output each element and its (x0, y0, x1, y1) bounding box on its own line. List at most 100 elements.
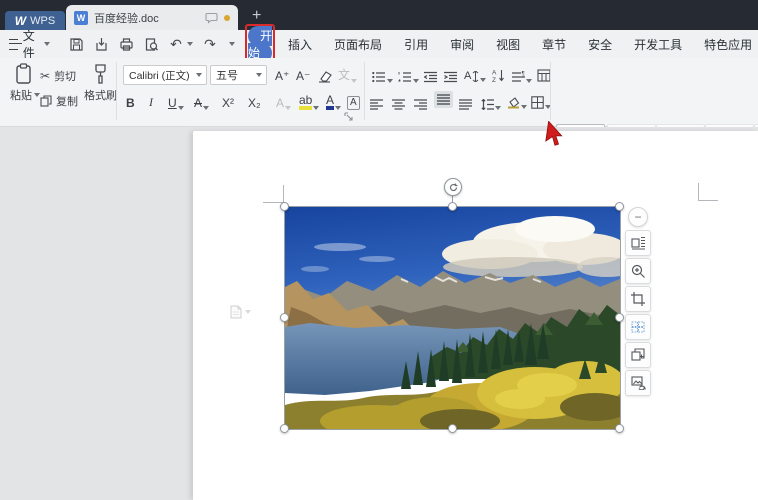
font-dialog-launcher[interactable] (344, 112, 357, 125)
rotation-handle[interactable] (444, 178, 462, 196)
document-workspace: − (0, 127, 758, 500)
svg-text:A: A (492, 70, 497, 77)
svg-text:Z: Z (492, 77, 496, 82)
tab-page-layout[interactable]: 页面布局 (323, 32, 393, 57)
tab-references[interactable]: 引用 (393, 32, 439, 57)
text-effect-button[interactable]: A (276, 94, 292, 110)
justify-button[interactable] (434, 91, 453, 108)
redo-button[interactable]: ↷ (202, 36, 218, 52)
collapse-toolbar-button[interactable]: − (628, 207, 648, 227)
file-menu[interactable]: 文件 (0, 27, 56, 61)
clear-format-button[interactable] (317, 67, 332, 83)
distribute-button[interactable] (459, 94, 472, 110)
tab-dev-tools[interactable]: 开发工具 (623, 32, 693, 57)
tab-special-features[interactable]: 特色应用 (693, 32, 758, 57)
numbered-list-button[interactable] (398, 67, 419, 83)
group-separator (364, 62, 365, 120)
tab-section[interactable]: 章节 (531, 32, 577, 57)
char-border-button[interactable]: A (347, 94, 360, 110)
copy-picture-icon (631, 348, 645, 361)
wps-app-name: WPS (30, 14, 56, 27)
resize-handle-sw[interactable] (280, 424, 289, 433)
highlight-color-button[interactable]: ab (299, 94, 320, 110)
resize-handle-n[interactable] (448, 202, 457, 211)
show-marks-button[interactable]: ¶ (512, 67, 532, 83)
tab-review[interactable]: 审阅 (439, 32, 485, 57)
ribbon: 粘贴 ✂ 剪切 复制 格式刷 Calibri (正文) 五号 A⁺ A⁻ 文 B… (0, 58, 758, 187)
pinyin-guide-button[interactable]: 文 (338, 67, 358, 83)
change-picture-button[interactable] (625, 370, 651, 396)
wps-logo-icon: W (14, 13, 27, 28)
resize-handle-ne[interactable] (615, 202, 624, 211)
font-size-select[interactable]: 五号 (210, 65, 267, 85)
object-anchor-icon[interactable] (230, 305, 251, 319)
quick-access-toolbar: ↶ ↷ (68, 36, 236, 52)
landscape-photo (285, 207, 620, 429)
copy-picture-button[interactable] (625, 342, 651, 368)
text-direction-button[interactable]: A (464, 66, 487, 82)
document-tab-title: 百度经验.doc (94, 12, 159, 25)
resize-handle-w[interactable] (280, 313, 289, 322)
tab-page-setup-icon[interactable] (537, 66, 551, 82)
undo-button[interactable]: ↶ (168, 36, 184, 52)
sort-button[interactable]: AZ (492, 66, 505, 82)
bold-button[interactable]: B (126, 94, 135, 110)
print-button[interactable] (118, 36, 134, 52)
resize-handle-e[interactable] (615, 313, 624, 322)
document-tab[interactable]: W 百度经验.doc (66, 5, 238, 30)
word-doc-icon: W (74, 10, 88, 25)
menubar: 文件 ↶ ↷ 开始 插入 页面布局 引用 审阅 视图 章节 安全 开发工具 特色… (0, 24, 758, 64)
font-family-value: Calibri (正文) (129, 69, 190, 82)
align-right-button[interactable] (414, 94, 427, 110)
format-painter-button[interactable]: 格式刷 (84, 63, 117, 103)
grow-font-button[interactable]: A⁺ (275, 67, 289, 83)
save-button[interactable] (68, 36, 84, 52)
print-preview-button[interactable] (143, 36, 159, 52)
font-size-value: 五号 (216, 70, 238, 82)
shrink-font-button[interactable]: A⁻ (296, 67, 310, 83)
font-family-select[interactable]: Calibri (正文) (123, 65, 207, 85)
wps-writer-window: W WPS W 百度经验.doc + 文件 ↶ ↷ 开始 插入 页面布局 引用 … (0, 0, 758, 500)
cut-button[interactable]: ✂ 剪切 (40, 68, 76, 84)
underline-button[interactable]: U (168, 94, 184, 110)
align-left-button[interactable] (370, 94, 383, 110)
export-pdf-button[interactable] (93, 36, 109, 52)
paste-button[interactable]: 粘贴 (10, 63, 40, 103)
anchor-dropdown-arrow (245, 310, 251, 314)
tab-security[interactable]: 安全 (577, 32, 623, 57)
crop-picture-button[interactable] (625, 286, 651, 312)
copy-button[interactable]: 复制 (40, 93, 78, 109)
zoom-picture-button[interactable] (625, 258, 651, 284)
color-effect-button[interactable] (625, 314, 651, 340)
tab-view[interactable]: 视图 (485, 32, 531, 57)
superscript-button[interactable]: X² (222, 94, 234, 110)
increase-indent-button[interactable] (444, 67, 457, 83)
group-separator (550, 62, 551, 120)
bullet-list-button[interactable] (372, 67, 393, 83)
line-spacing-button[interactable] (481, 94, 501, 110)
resize-handle-se[interactable] (615, 424, 624, 433)
hamburger-icon (9, 38, 22, 50)
subscript-button[interactable]: X₂ (248, 94, 261, 110)
font-color-button[interactable]: A (326, 94, 342, 110)
new-tab-button[interactable]: + (252, 6, 261, 26)
borders-button[interactable] (531, 93, 551, 109)
tab-insert[interactable]: 插入 (277, 32, 323, 57)
cut-label: 剪切 (54, 71, 77, 83)
selected-picture[interactable] (280, 178, 624, 433)
decrease-indent-button[interactable] (424, 67, 437, 83)
resize-handle-s[interactable] (448, 424, 457, 433)
group-separator (116, 62, 117, 120)
comment-bubble-icon[interactable] (205, 12, 218, 24)
crop-icon (631, 292, 645, 306)
magnifier-plus-icon (631, 264, 645, 278)
layout-options-icon (630, 237, 645, 250)
layout-options-button[interactable] (625, 230, 651, 256)
align-center-button[interactable] (392, 94, 405, 110)
qat-more-chevron[interactable] (229, 42, 236, 46)
shading-button[interactable] (507, 93, 527, 109)
strikethrough-button[interactable]: A (194, 94, 210, 110)
italic-button[interactable]: I (149, 94, 153, 110)
undo-dropdown-arrow[interactable] (187, 42, 194, 46)
resize-handle-nw[interactable] (280, 202, 289, 211)
